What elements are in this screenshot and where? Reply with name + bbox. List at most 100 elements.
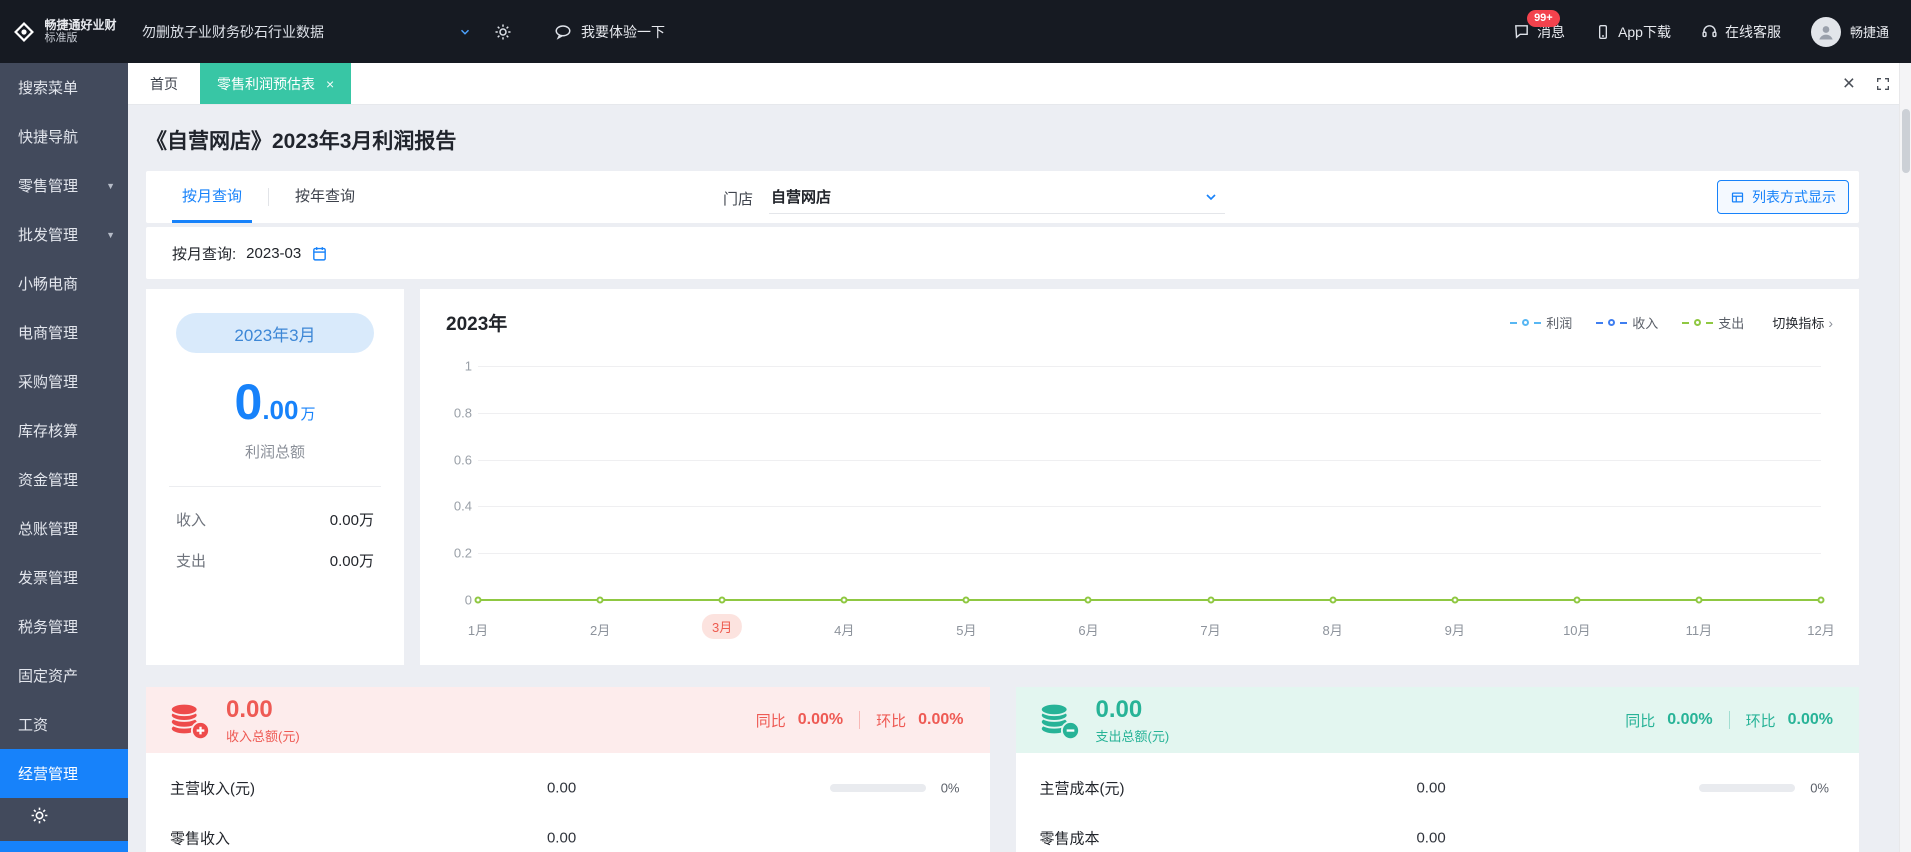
app-logo[interactable]: 畅捷通好业财 标准版 xyxy=(0,0,128,63)
profit-total-label: 利润总额 xyxy=(244,444,305,461)
yoy-value: 0.00% xyxy=(1667,711,1713,728)
profit-row-label: 收入 xyxy=(176,512,207,529)
store-select[interactable]: 自营网店 xyxy=(769,186,1226,214)
chart-marker xyxy=(474,596,482,604)
chevron-down-icon: ▼ xyxy=(106,229,115,240)
divider xyxy=(268,188,270,206)
sidebar-item-label: 小畅电商 xyxy=(18,276,79,293)
x-tick-label: 8月 xyxy=(1322,623,1343,638)
sidebar-item-5[interactable]: 电商管理 xyxy=(0,308,128,357)
chart-gridline xyxy=(478,553,1821,555)
query-tab-0[interactable]: 按月查询 xyxy=(172,171,253,223)
chart-plot: 1 0.8 0.6 0.4 0.2 0 xyxy=(454,359,1825,608)
date-filter-panel: 按月查询: 2023-03 xyxy=(146,227,1859,279)
query-tabs: 按月查询 按年查询 xyxy=(172,171,365,223)
chart-marker xyxy=(1695,596,1703,604)
user-name: 畅捷通 xyxy=(1849,25,1889,40)
online-service-button[interactable]: 在线客服 xyxy=(1701,22,1781,42)
legend-item-0[interactable]: 利润 xyxy=(1510,313,1572,332)
sidebar-item-label: 快捷导航 xyxy=(18,129,79,146)
divider xyxy=(169,486,381,487)
app-download-button[interactable]: App下载 xyxy=(1595,22,1671,42)
dataset-selector-label: 勿删放子业财务砂石行业数据 xyxy=(142,23,324,40)
chart-gridline xyxy=(478,412,1821,414)
scrollbar-thumb[interactable] xyxy=(1901,109,1910,173)
user-menu[interactable]: 畅捷通 xyxy=(1810,16,1889,47)
phone-icon xyxy=(1599,24,1608,39)
sidebar-item-label: 工资 xyxy=(18,717,49,734)
sidebar-gear-icon[interactable] xyxy=(30,806,49,825)
experience-button[interactable]: 我要体验一下 xyxy=(554,22,665,42)
fullscreen-icon[interactable] xyxy=(1875,76,1891,92)
table-row: 零售收入 0.00 xyxy=(146,813,990,852)
sidebar-bottom-bar[interactable] xyxy=(0,841,128,852)
expense-detail-rows: 主营成本(元) 0.00 0% 零售成本 0.00 xyxy=(1016,753,1860,852)
sidebar-item-6[interactable]: 采购管理 xyxy=(0,357,128,406)
progress-bar xyxy=(829,784,926,792)
profit-rows: 收入 0.00万 支出 0.00万 xyxy=(146,499,404,581)
profit-row-value: 0.00万 xyxy=(329,553,374,570)
tab-active[interactable]: 零售利润预估表 × xyxy=(200,63,352,104)
row-label: 主营收入(元) xyxy=(170,780,255,798)
sidebar-item-label: 批发管理 xyxy=(18,227,79,244)
dataset-selector[interactable]: 勿删放子业财务砂石行业数据 xyxy=(142,22,472,42)
mom-value: 0.00% xyxy=(918,711,964,728)
sidebar-item-2[interactable]: 零售管理 ▼ xyxy=(0,161,128,210)
chart-marker xyxy=(1084,596,1092,604)
y-tick-label: 0.6 xyxy=(453,452,472,468)
chart-gridline xyxy=(478,366,1821,367)
table-row: 零售成本 0.00 xyxy=(1016,813,1860,852)
month-filter-value[interactable]: 2023-03 xyxy=(246,245,301,262)
legend-item-2[interactable]: 支出 xyxy=(1682,313,1744,332)
income-panel: 0.00 收入总额(元) 同比 0.00% 环比 0.00% 主营收入(元) 0.… xyxy=(146,687,990,852)
yoy-label: 同比 xyxy=(755,712,786,730)
sidebar-item-10[interactable]: 发票管理 xyxy=(0,553,128,602)
progress-percent: 0% xyxy=(940,780,960,796)
x-tick-label: 2月 xyxy=(589,623,611,638)
chart-marker xyxy=(840,596,848,604)
sidebar-menu: 搜索菜单快捷导航零售管理 ▼ 批发管理 ▼ 小畅电商电商管理 采购管理 库存核算 资金管理 总账… xyxy=(0,63,128,798)
sidebar-item-3[interactable]: 批发管理 ▼ xyxy=(0,210,128,259)
headset-icon xyxy=(1702,25,1717,38)
legend-dot xyxy=(1694,319,1702,326)
x-tick-label: 4月 xyxy=(834,623,855,638)
chart-marker xyxy=(962,596,970,604)
mom-label: 环比 xyxy=(1745,712,1776,730)
store-select-value: 自营网店 xyxy=(771,189,832,206)
switch-metric-button[interactable]: 切换指标 › xyxy=(1772,313,1833,332)
legend-dot xyxy=(1522,319,1530,326)
sidebar-item-11[interactable]: 税务管理 xyxy=(0,602,128,651)
tab-home[interactable]: 首页 xyxy=(128,63,200,104)
profit-value-int: 0 xyxy=(234,374,263,430)
list-view-button[interactable]: 列表方式显示 xyxy=(1717,180,1849,214)
sidebar-item-14[interactable]: 经营管理 xyxy=(0,749,128,798)
tab-close-icon[interactable]: × xyxy=(326,76,334,92)
legend-item-1[interactable]: 收入 xyxy=(1596,313,1658,332)
close-icon[interactable]: × xyxy=(1843,73,1855,94)
legend-line xyxy=(1620,321,1628,324)
sidebar-item-7[interactable]: 库存核算 xyxy=(0,406,128,455)
query-tab-1[interactable]: 按年查询 xyxy=(285,171,365,223)
vertical-scrollbar[interactable] xyxy=(1899,63,1911,852)
tabbar: 首页 零售利润预估表 × × xyxy=(128,63,1911,105)
row-label: 零售收入 xyxy=(170,830,231,848)
chevron-down-icon: ▼ xyxy=(106,180,115,191)
row-value: 0.00 xyxy=(546,829,577,847)
calendar-icon[interactable] xyxy=(311,245,328,262)
sidebar-item-4[interactable]: 小畅电商 xyxy=(0,259,128,308)
sidebar-item-8[interactable]: 资金管理 xyxy=(0,455,128,504)
sidebar-item-13[interactable]: 工资 xyxy=(0,700,128,749)
profit-row-1: 支出 0.00万 xyxy=(146,540,404,581)
income-summary-card: 0.00 收入总额(元) 同比 0.00% 环比 0.00% xyxy=(146,687,990,753)
coins-minus-icon xyxy=(1036,697,1082,743)
chat-bubble-icon xyxy=(555,24,571,40)
messages-button[interactable]: 99+ 消息 xyxy=(1513,9,1565,42)
sidebar-item-12[interactable]: 固定资产 xyxy=(0,651,128,700)
chart-legend: 利润 收入 支出 xyxy=(1510,313,1744,332)
y-tick-label: 0.4 xyxy=(453,498,472,514)
sidebar-item-0[interactable]: 搜索菜单 xyxy=(0,63,128,112)
sidebar-item-9[interactable]: 总账管理 xyxy=(0,504,128,553)
sidebar-item-1[interactable]: 快捷导航 xyxy=(0,112,128,161)
x-tick-label: 7月 xyxy=(1200,623,1221,638)
topbar-gear-icon[interactable] xyxy=(494,23,512,41)
